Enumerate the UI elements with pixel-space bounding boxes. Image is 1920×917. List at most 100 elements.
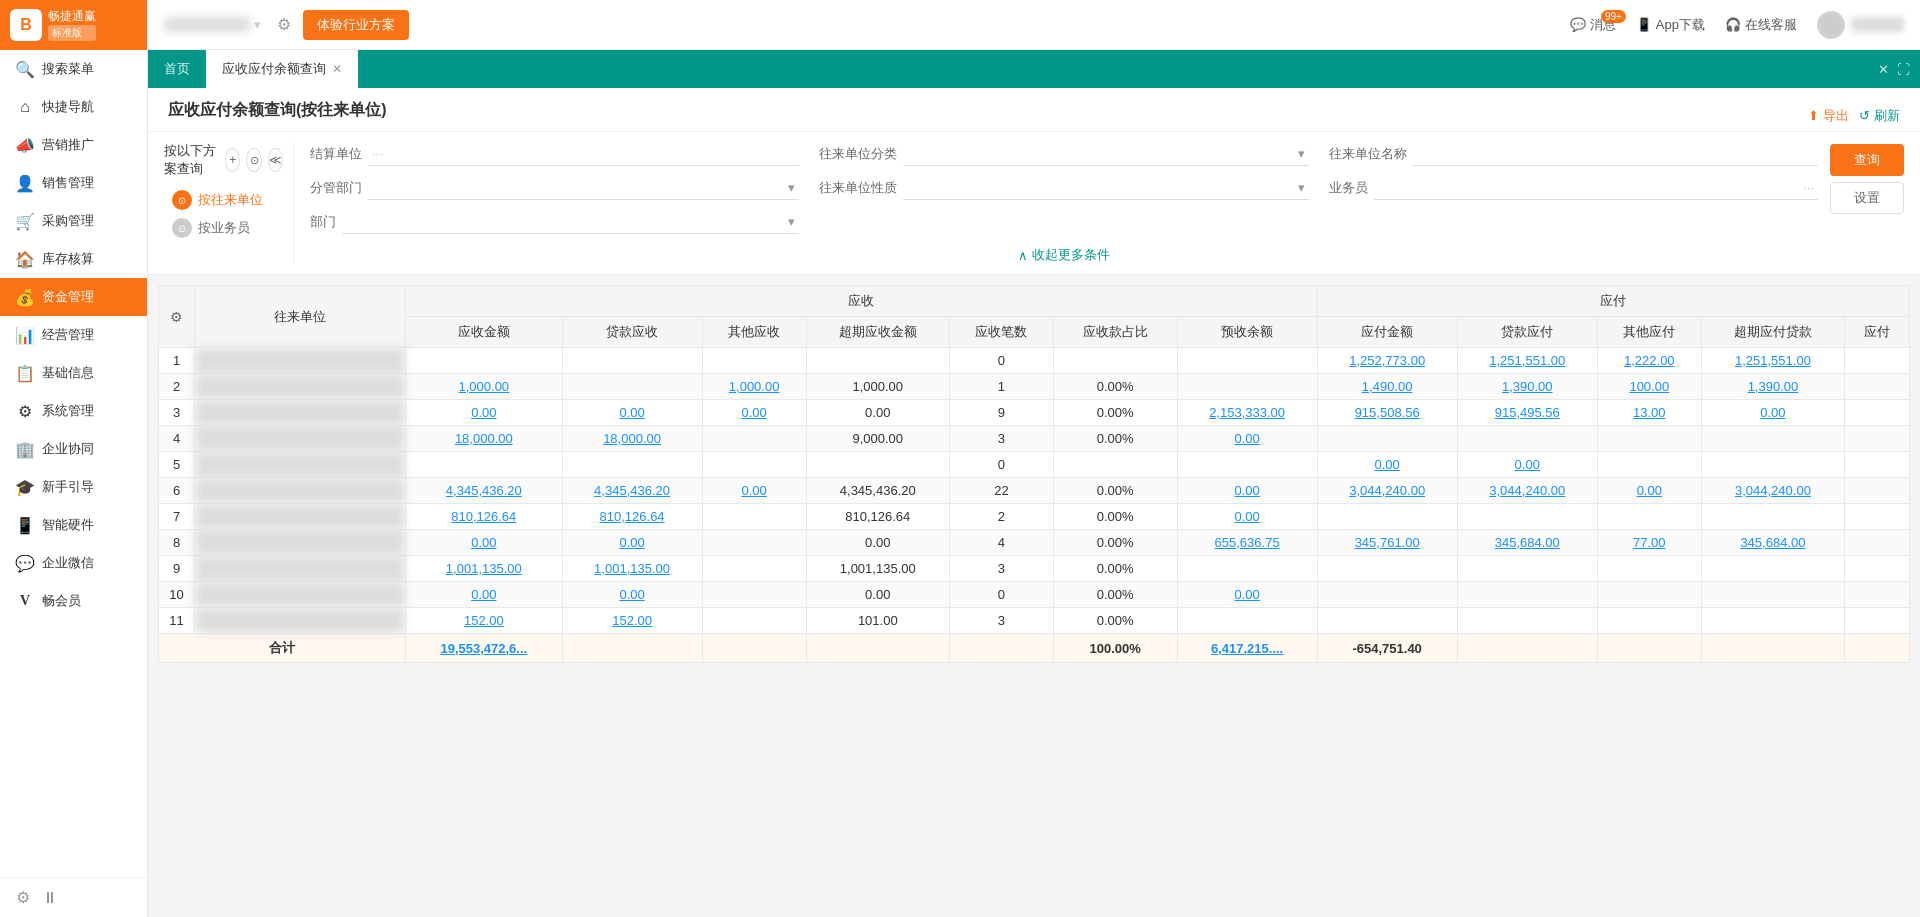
settlement-unit-input[interactable]: ··· — [368, 142, 799, 166]
filter-option-by-salesman[interactable]: ⊙ 按业务员 — [164, 214, 283, 242]
table-cell — [702, 452, 806, 478]
table-cell[interactable]: 4,345,436.20 — [562, 478, 702, 504]
table-cell[interactable]: 345,684.00 — [1457, 530, 1597, 556]
table-cell[interactable]: 0.00 — [1177, 582, 1317, 608]
table-cell[interactable]: 0.00 — [562, 400, 702, 426]
sidebar-item-operations[interactable]: 📊 经营管理 — [0, 316, 147, 354]
sidebar-item-guide[interactable]: 🎓 新手引导 — [0, 468, 147, 506]
tab-home[interactable]: 首页 — [148, 50, 206, 88]
sidebar-item-quick-nav[interactable]: ⌂ 快捷导航 — [0, 88, 147, 126]
table-cell[interactable]: 1,001,135.00 — [562, 556, 702, 582]
table-cell: -------- — [195, 478, 406, 504]
sidebar-item-search-menu[interactable]: 🔍 搜索菜单 — [0, 50, 147, 88]
table-cell[interactable]: 3,044,240.00 — [1701, 478, 1844, 504]
partner-category-select[interactable]: ▾ — [903, 142, 1308, 166]
table-cell[interactable]: 0.00 — [406, 530, 562, 556]
add-scheme-button[interactable]: + — [225, 148, 240, 172]
solution-button[interactable]: 体验行业方案 — [303, 10, 409, 40]
pause-bottom-icon[interactable]: ⏸ — [42, 889, 58, 907]
sidebar-item-basic-info[interactable]: 📋 基础信息 — [0, 354, 147, 392]
table-cell[interactable]: 77.00 — [1597, 530, 1701, 556]
table-cell[interactable]: 0.00 — [1177, 504, 1317, 530]
table-cell[interactable]: 655,636.75 — [1177, 530, 1317, 556]
table-cell[interactable]: 0.00 — [1701, 400, 1844, 426]
table-cell[interactable]: 18,000.00 — [562, 426, 702, 452]
table-cell[interactable]: 152.00 — [562, 608, 702, 634]
collapse-scheme-button[interactable]: ≪ — [268, 148, 283, 172]
table-cell[interactable]: 0.00 — [702, 400, 806, 426]
table-cell[interactable]: 345,684.00 — [1701, 530, 1844, 556]
table-cell[interactable]: 0.00 — [1177, 478, 1317, 504]
table-cell[interactable]: 915,495.56 — [1457, 400, 1597, 426]
sidebar-item-purchase[interactable]: 🛒 采购管理 — [0, 202, 147, 240]
option-inactive-icon: ⊙ — [172, 218, 192, 238]
table-cell[interactable]: 3,044,240.00 — [1317, 478, 1457, 504]
table-cell[interactable]: 0.00 — [1317, 452, 1457, 478]
sidebar-item-sales[interactable]: 👤 销售管理 — [0, 164, 147, 202]
table-cell[interactable]: 915,508.56 — [1317, 400, 1457, 426]
notifications-item[interactable]: 💬 消息 99+ — [1570, 16, 1616, 34]
sidebar-item-enterprise[interactable]: 🏢 企业协同 — [0, 430, 147, 468]
edit-scheme-button[interactable]: ⊙ — [246, 148, 261, 172]
table-cell[interactable]: 345,761.00 — [1317, 530, 1457, 556]
table-cell[interactable]: 100.00 — [1597, 374, 1701, 400]
sidebar-item-inventory[interactable]: 🏠 库存核算 — [0, 240, 147, 278]
footer-ar-amount[interactable]: 19,553,472,6... — [406, 634, 562, 663]
user-info[interactable]: --- — [1817, 11, 1904, 39]
sidebar-item-wechat[interactable]: 💬 企业微信 — [0, 544, 147, 582]
table-cell[interactable]: 1,251,551.00 — [1457, 348, 1597, 374]
table-cell[interactable]: 810,126.64 — [406, 504, 562, 530]
sidebar-item-hardware[interactable]: 📱 智能硬件 — [0, 506, 147, 544]
table-cell[interactable]: 1,251,551.00 — [1701, 348, 1844, 374]
table-cell[interactable]: 1,001,135.00 — [406, 556, 562, 582]
table-cell[interactable]: 18,000.00 — [406, 426, 562, 452]
filter-option-by-partner[interactable]: ⊙ 按往来单位 — [164, 186, 283, 214]
sidebar-item-finance[interactable]: 💰 资金管理 — [0, 278, 147, 316]
table-cell[interactable]: 152.00 — [406, 608, 562, 634]
table-cell[interactable]: 0.00 — [1597, 478, 1701, 504]
query-button[interactable]: 查询 — [1830, 144, 1904, 176]
table-cell[interactable]: 810,126.64 — [562, 504, 702, 530]
table-cell — [406, 452, 562, 478]
footer-ar-advance[interactable]: 6,417,215.... — [1177, 634, 1317, 663]
table-cell[interactable]: 1,000.00 — [702, 374, 806, 400]
table-cell[interactable]: 13.00 — [1597, 400, 1701, 426]
table-cell[interactable]: 2,153,333.00 — [1177, 400, 1317, 426]
salesman-input[interactable]: ··· — [1374, 176, 1818, 200]
table-cell[interactable]: 3,044,240.00 — [1457, 478, 1597, 504]
partner-nature-select[interactable]: ▾ — [903, 176, 1308, 200]
tab-ar-ap[interactable]: 应收应付余额查询 ✕ — [206, 50, 358, 88]
table-cell[interactable]: 0.00 — [562, 530, 702, 556]
table-cell[interactable]: 1,490.00 — [1317, 374, 1457, 400]
table-cell[interactable]: 4,345,436.20 — [406, 478, 562, 504]
table-cell[interactable]: 0.00 — [562, 582, 702, 608]
fullscreen-icon[interactable]: ⛶ — [1897, 62, 1910, 77]
app-download-item[interactable]: 📱 App下载 — [1636, 16, 1705, 34]
sub-dept-select[interactable]: ▾ — [368, 176, 799, 200]
settings-button[interactable]: 设置 — [1830, 182, 1904, 214]
table-settings-icon[interactable]: ⚙ — [170, 309, 183, 325]
refresh-button[interactable]: ↺ 刷新 — [1859, 107, 1900, 125]
table-cell[interactable]: 0.00 — [406, 400, 562, 426]
table-cell[interactable]: 1,252,773.00 — [1317, 348, 1457, 374]
settings-bottom-icon[interactable]: ⚙ — [16, 888, 30, 907]
sidebar-item-system[interactable]: ⚙ 系统管理 — [0, 392, 147, 430]
table-cell[interactable]: 1,390.00 — [1701, 374, 1844, 400]
table-cell[interactable]: 0.00 — [1457, 452, 1597, 478]
table-cell[interactable]: 1,390.00 — [1457, 374, 1597, 400]
sidebar-item-member[interactable]: V 畅会员 — [0, 582, 147, 620]
export-button[interactable]: ⬆ 导出 — [1808, 107, 1849, 125]
sidebar-item-marketing[interactable]: 📣 营销推广 — [0, 126, 147, 164]
table-cell[interactable]: 0.00 — [1177, 426, 1317, 452]
table-cell[interactable]: 1,000.00 — [406, 374, 562, 400]
close-window-icon[interactable]: ✕ — [1878, 62, 1889, 77]
online-service-item[interactable]: 🎧 在线客服 — [1725, 16, 1797, 34]
partner-name-input[interactable] — [1413, 142, 1818, 166]
table-cell[interactable]: 0.00 — [702, 478, 806, 504]
dept-select[interactable]: ▾ — [342, 210, 799, 234]
table-cell[interactable]: 1,222.00 — [1597, 348, 1701, 374]
table-cell[interactable]: 0.00 — [406, 582, 562, 608]
collapse-conditions-button[interactable]: ∧ 收起更多条件 — [1018, 246, 1110, 264]
topbar-gear-icon[interactable]: ⚙ — [277, 15, 291, 34]
tab-close-icon[interactable]: ✕ — [332, 62, 342, 76]
